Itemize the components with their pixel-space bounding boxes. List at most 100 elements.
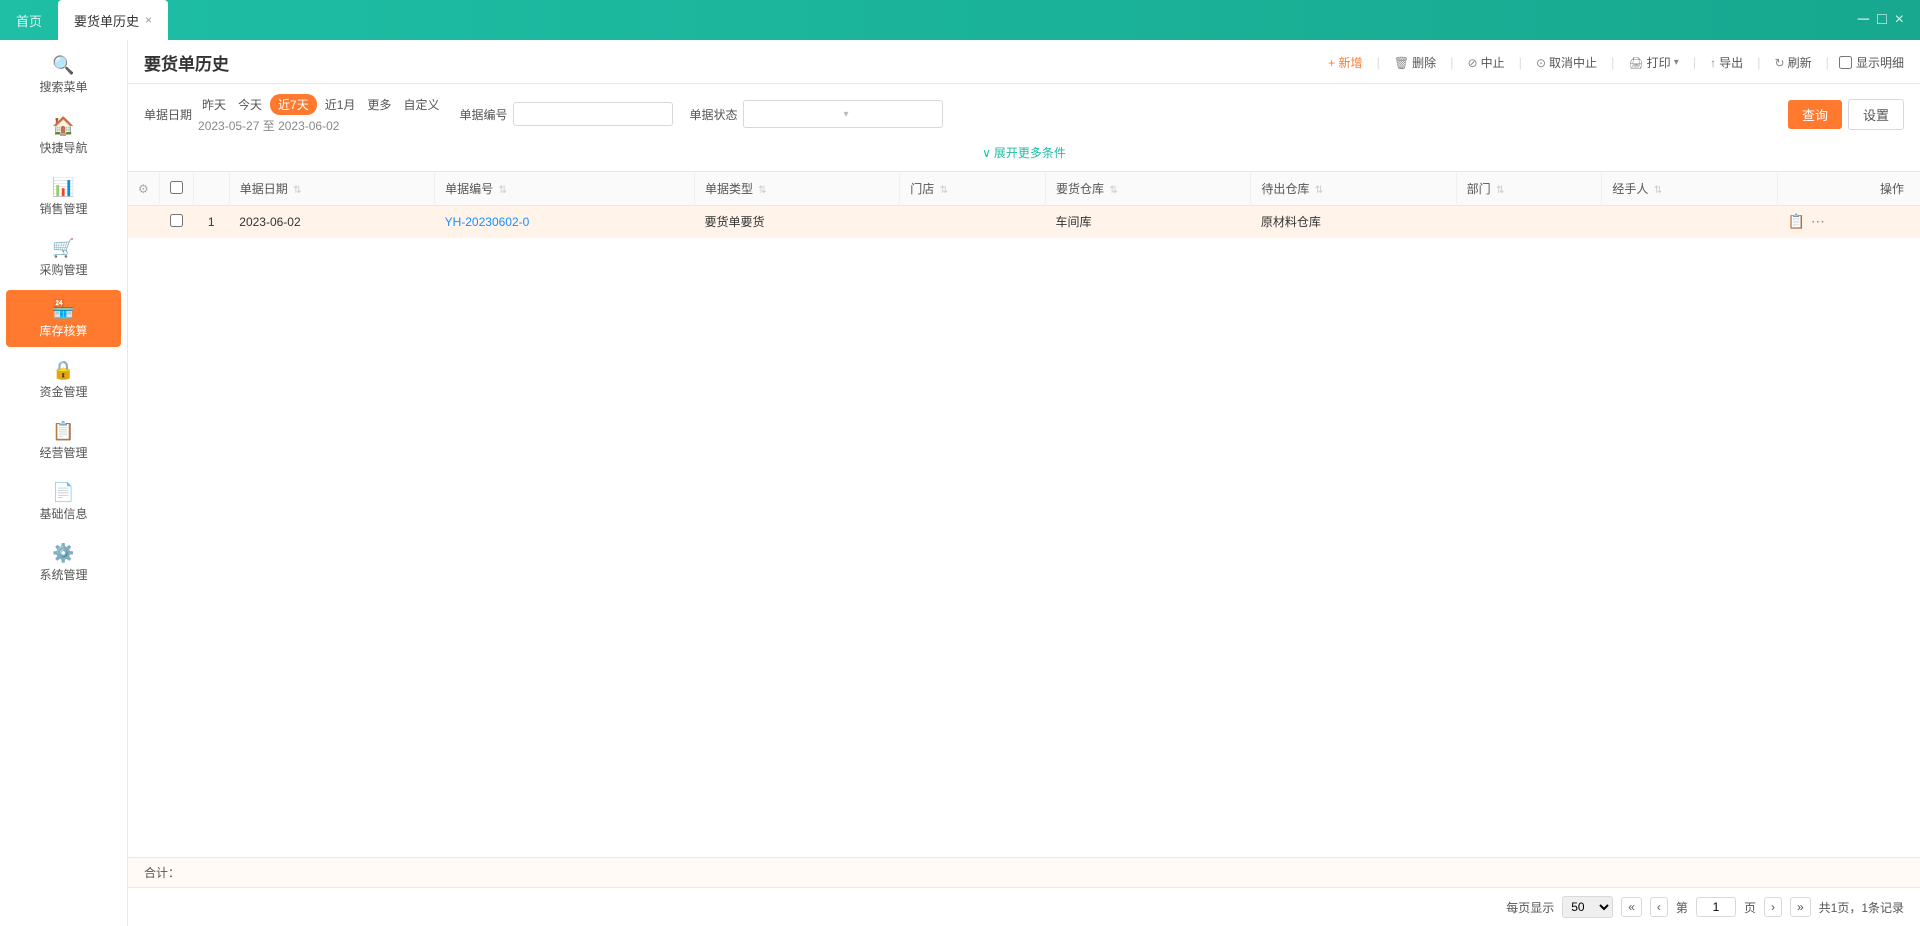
col-date: 单据日期 ⇅: [229, 172, 434, 206]
col-checkbox: [159, 172, 193, 206]
filter-actions: 查询 设置: [1788, 99, 1904, 130]
page-header: 要货单历史 + 新增 | 🗑 删除 | ⊘ 中止 |: [128, 40, 1920, 84]
new-button[interactable]: + 新增: [1320, 50, 1370, 75]
row-num-cell: 1: [193, 206, 229, 238]
row-edit-icon[interactable]: 📋: [1787, 213, 1804, 230]
doc-no-sort-icon[interactable]: ⇅: [498, 185, 506, 196]
per-page-select[interactable]: 20 50 100: [1562, 896, 1613, 918]
col-settings-icon[interactable]: ⚙: [138, 182, 149, 196]
sidebar-item-system[interactable]: ⚙️ 系统管理: [6, 534, 121, 591]
sidebar-item-inventory[interactable]: 🏪 库存核算: [6, 290, 121, 347]
print-icon: 🖨: [1628, 56, 1643, 70]
delete-button[interactable]: 🗑 删除: [1386, 50, 1444, 75]
content-area: 要货单历史 + 新增 | 🗑 删除 | ⊘ 中止 |: [128, 40, 1920, 926]
home-icon: 🏠: [52, 117, 74, 135]
print-dropdown-icon: ▾: [1674, 57, 1679, 68]
prev-page-button[interactable]: ‹: [1650, 897, 1668, 917]
delete-icon: 🗑: [1394, 56, 1409, 70]
tab-close-icon[interactable]: ×: [145, 13, 152, 27]
search-icon: 🔍: [52, 56, 74, 74]
sidebar-item-shortcut[interactable]: 🏠 快捷导航: [6, 107, 121, 164]
date-btn-more[interactable]: 更多: [363, 95, 395, 114]
handler-sort-icon[interactable]: ⇅: [1654, 185, 1662, 196]
export-icon: ↑: [1710, 56, 1716, 70]
doc-type-sort-icon[interactable]: ⇅: [758, 185, 766, 196]
date-filter-buttons: 昨天 今天 近7天 近1月 更多 自定义: [198, 94, 443, 115]
date-btn-last1month[interactable]: 近1月: [321, 95, 360, 114]
row-store-cell: [900, 206, 1046, 238]
sidebar: 🔍 搜索菜单 🏠 快捷导航 📊 销售管理 🛒 采购管理 🏪 库存核算 🔒 资金管…: [0, 40, 128, 926]
sidebar-item-basic[interactable]: 📄 基础信息: [6, 473, 121, 530]
window-minimize-icon[interactable]: ─: [1858, 11, 1869, 29]
row-req-warehouse-cell: 车间库: [1046, 206, 1251, 238]
doc-no-filter-group: 单据编号: [459, 102, 673, 126]
row-doc-no-link[interactable]: YH-20230602-0: [445, 215, 530, 229]
query-button[interactable]: 查询: [1788, 100, 1842, 129]
cancel-stop-button[interactable]: ⊙ 取消中止: [1528, 50, 1605, 75]
row-action-cell: 📋 ⋯: [1777, 206, 1920, 238]
sidebar-item-finance[interactable]: 🔒 资金管理: [6, 351, 121, 408]
window-close-icon[interactable]: ×: [1895, 11, 1904, 29]
date-btn-custom[interactable]: 自定义: [399, 95, 443, 114]
doc-no-input[interactable]: [513, 102, 673, 126]
date-filter-group: 单据日期 昨天 今天 近7天 近1月 更多 自定义 2023-05-27 至 2…: [144, 94, 443, 134]
refresh-button[interactable]: ↻ 刷新: [1767, 50, 1820, 75]
row-doc-no-cell: YH-20230602-0: [435, 206, 695, 238]
row-settings-cell: [128, 206, 159, 238]
window-maximize-icon[interactable]: □: [1877, 11, 1887, 29]
status-filter-group: 单据状态 ▾: [689, 100, 943, 128]
show-detail-toggle[interactable]: 显示明细: [1839, 54, 1904, 71]
cancel-stop-icon: ⊙: [1536, 56, 1546, 70]
department-sort-icon[interactable]: ⇅: [1496, 185, 1504, 196]
tab-home[interactable]: 首页: [0, 0, 58, 40]
pending-warehouse-sort-icon[interactable]: ⇅: [1315, 185, 1323, 196]
table-container: ⚙ 单据日期 ⇅ 单据编号 ⇅: [128, 172, 1920, 857]
data-table: ⚙ 单据日期 ⇅ 单据编号 ⇅: [128, 172, 1920, 238]
select-all-checkbox[interactable]: [170, 181, 183, 194]
next-page-button[interactable]: ›: [1764, 897, 1782, 917]
filter-bar: 单据日期 昨天 今天 近7天 近1月 更多 自定义 2023-05-27 至 2…: [128, 84, 1920, 172]
expand-more-btn[interactable]: ∨ 展开更多条件: [982, 144, 1066, 161]
req-warehouse-sort-icon[interactable]: ⇅: [1109, 185, 1117, 196]
status-select[interactable]: ▾: [743, 100, 943, 128]
tab-history[interactable]: 要货单历史 ×: [58, 0, 168, 40]
row-doc-type-cell: 要货单要货: [694, 206, 899, 238]
sidebar-item-purchase[interactable]: 🛒 采购管理: [6, 229, 121, 286]
filter-row: 单据日期 昨天 今天 近7天 近1月 更多 自定义 2023-05-27 至 2…: [144, 94, 1904, 134]
table-row: 1 2023-06-02 YH-20230602-0 要货单要货 车间库 原材料…: [128, 206, 1920, 238]
sidebar-item-search[interactable]: 🔍 搜索菜单: [6, 46, 121, 103]
print-button[interactable]: 🖨 打印 ▾: [1620, 50, 1686, 75]
stop-button[interactable]: ⊘ 中止: [1460, 50, 1513, 75]
last-page-button[interactable]: »: [1790, 897, 1811, 917]
operation-icon: 📋: [52, 422, 74, 440]
row-pending-warehouse-cell: 原材料仓库: [1251, 206, 1456, 238]
table-footer: 合计：: [128, 857, 1920, 887]
sidebar-item-sales[interactable]: 📊 销售管理: [6, 168, 121, 225]
page-number-input[interactable]: [1696, 897, 1736, 917]
pagination-bar: 每页显示 20 50 100 « ‹ 第 页 › » 共1页，1条记录: [128, 887, 1920, 926]
sidebar-item-operation[interactable]: 📋 经营管理: [6, 412, 121, 469]
date-btn-yesterday[interactable]: 昨天: [198, 95, 230, 114]
sales-icon: 📊: [52, 178, 74, 196]
expand-icon: ∨: [982, 146, 991, 160]
date-sort-icon[interactable]: ⇅: [293, 185, 301, 196]
export-button[interactable]: ↑ 导出: [1702, 50, 1751, 75]
first-page-button[interactable]: «: [1621, 897, 1642, 917]
system-icon: ⚙️: [52, 544, 74, 562]
col-num: [193, 172, 229, 206]
top-bar-right: ─ □ ×: [1858, 11, 1920, 29]
show-detail-checkbox[interactable]: [1839, 56, 1852, 69]
row-more-icon[interactable]: ⋯: [1811, 213, 1825, 230]
store-sort-icon[interactable]: ⇅: [940, 185, 948, 196]
col-pending-warehouse: 待出仓库 ⇅: [1251, 172, 1456, 206]
row-checkbox[interactable]: [170, 214, 183, 227]
top-bar: 首页 要货单历史 × ─ □ ×: [0, 0, 1920, 40]
settings-button[interactable]: 设置: [1848, 99, 1904, 130]
col-handler: 经手人 ⇅: [1602, 172, 1778, 206]
row-handler-cell: [1602, 206, 1778, 238]
date-btn-today[interactable]: 今天: [234, 95, 266, 114]
inventory-icon: 🏪: [52, 300, 74, 318]
date-btn-last7days[interactable]: 近7天: [270, 94, 317, 115]
col-settings: ⚙: [128, 172, 159, 206]
basic-icon: 📄: [52, 483, 74, 501]
